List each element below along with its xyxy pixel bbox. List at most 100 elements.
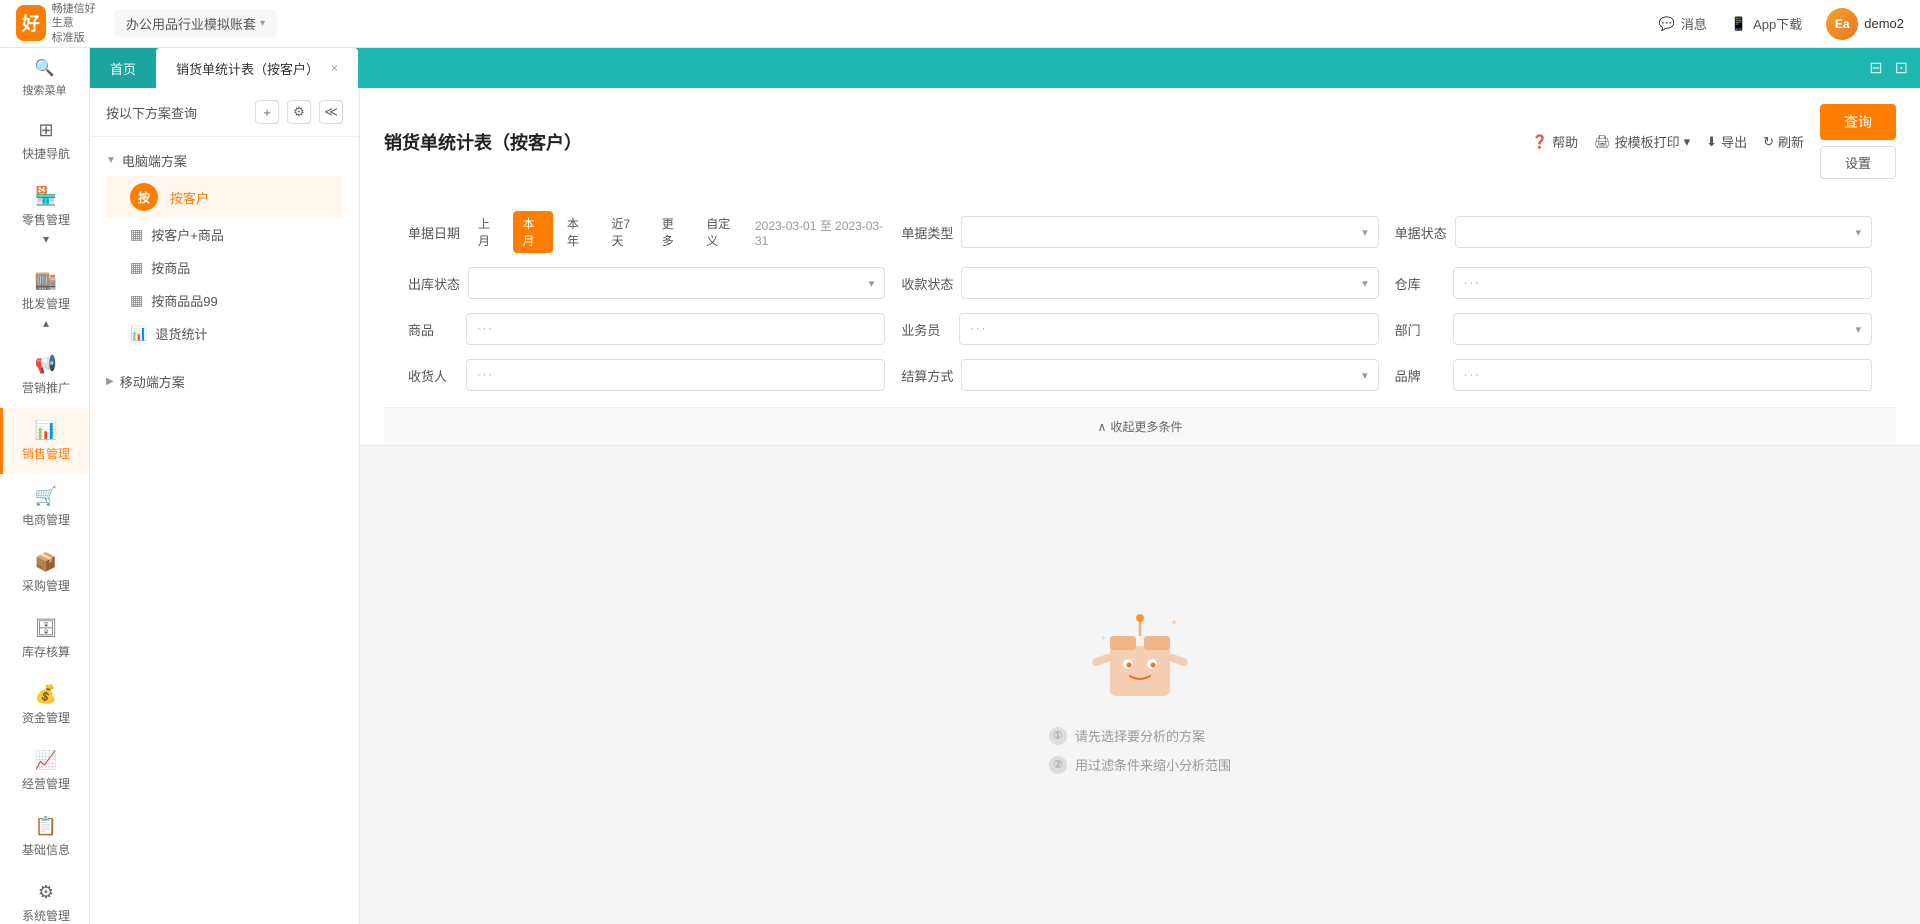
sidebar-item-inventory[interactable]: 🗄 库存核算: [0, 606, 89, 672]
sidebar-item-basic[interactable]: 📋 基础信息: [0, 804, 89, 870]
receipt-status-control[interactable]: ▾: [961, 267, 1378, 299]
refresh-icon: ↻: [1763, 134, 1774, 150]
expand-icon: ▼: [106, 155, 116, 166]
settlement-control[interactable]: ▾: [961, 359, 1378, 391]
filter-warehouse: 仓库 ···: [1395, 267, 1872, 299]
app-download-button[interactable]: 📱 App下载: [1731, 14, 1802, 33]
filter-row-2: 出库状态 ▾ 收款状态: [408, 267, 1872, 299]
filter-row-3: 商品 ··· 业务员 ···: [408, 313, 1872, 345]
export-button[interactable]: ⬇ 导出: [1706, 132, 1747, 151]
sidebar-item-wholesale[interactable]: 🏬 批发管理 ▴: [0, 258, 89, 342]
mobile-group-header[interactable]: ▶ 移动端方案: [106, 366, 343, 397]
recipient-control[interactable]: ···: [466, 359, 885, 391]
tab-active[interactable]: 销货单统计表（按客户） ×: [156, 48, 358, 88]
collapse-bar[interactable]: ∧ 收起更多条件: [384, 407, 1896, 445]
scheme-item-by-product99[interactable]: ▦ 按商品品99: [106, 284, 343, 317]
filter-recipient: 收货人 ···: [408, 359, 885, 391]
template-print-button[interactable]: 🖨 按模板打印 ▾: [1594, 132, 1690, 151]
scheme-item-return-stats[interactable]: 📊 退货统计: [106, 317, 343, 350]
refresh-button[interactable]: ↻ 刷新: [1763, 132, 1804, 151]
date-tab-thismonth[interactable]: 本月: [513, 211, 554, 253]
date-tab-thisyear[interactable]: 本年: [557, 211, 598, 253]
chevron-icon: ▾: [43, 232, 49, 246]
date-tab-custom[interactable]: 自定义: [696, 211, 747, 253]
page-content: 按以下方案查询 + ⚙ ≪ ▼ 电脑端方案: [90, 88, 1920, 924]
sidebar-item-system[interactable]: ⚙ 系统管理: [0, 870, 89, 924]
panel-header: 按以下方案查询 + ⚙ ≪: [90, 88, 359, 137]
staff-control[interactable]: ···: [959, 313, 1378, 345]
inventory-icon: 🗄: [35, 618, 58, 639]
sidebar-item-purchase[interactable]: 📦 采购管理: [0, 540, 89, 606]
chevron-down-icon: ▾: [1362, 226, 1368, 239]
basic-icon: 📋: [35, 816, 57, 837]
maximize-icon[interactable]: ⊡: [1895, 58, 1908, 78]
doc-status-control[interactable]: ▾: [1455, 216, 1872, 248]
filter-staff: 业务员 ···: [901, 313, 1378, 345]
minimize-icon[interactable]: ⊟: [1869, 58, 1882, 78]
filter-doc-status: 单据状态 ▾: [1395, 216, 1872, 248]
filter-section: 单据日期 上月 本月 本年 近7天 更多 自定义: [384, 195, 1896, 407]
print-icon: 🖨: [1594, 134, 1611, 150]
industry-selector[interactable]: 办公用品行业模拟账套 ▾: [114, 10, 277, 37]
page-header: 销货单统计表（按客户） ❓ 帮助 🖨 按模板打印 ▾: [360, 88, 1920, 446]
marketing-icon: 📢: [35, 354, 57, 375]
logo-icon: 好: [16, 5, 46, 41]
date-tab-7days[interactable]: 近7天: [602, 211, 648, 253]
content-area: 首页 销货单统计表（按客户） × ⊟ ⊡ 按以下方案查询: [90, 48, 1920, 924]
scheme-icon: ▦: [130, 259, 143, 276]
settings-scheme-button[interactable]: ⚙: [287, 100, 311, 124]
search-icon: 🔍: [35, 58, 55, 78]
date-tab-more[interactable]: 更多: [652, 211, 693, 253]
filter-out-status: 出库状态 ▾: [408, 267, 885, 299]
query-button[interactable]: 查询: [1820, 104, 1896, 140]
main-layout: 🔍 搜索菜单 ⊞ 快捷导航 🏪 零售管理 ▾ 🏬 批发管理 ▴ 📢 营销推广: [0, 48, 1920, 924]
sidebar-item-retail[interactable]: 🏪 零售管理 ▾: [0, 174, 89, 258]
top-header: 好 畅捷信好生意 标准版 办公用品行业模拟账套 ▾ 💬 消息 📱 App下载 E…: [0, 0, 1920, 48]
out-status-control[interactable]: ▾: [468, 267, 885, 299]
sidebar-item-quicknav[interactable]: ⊞ 快捷导航: [0, 108, 89, 174]
filter-settlement: 结算方式 ▾: [901, 359, 1378, 391]
warehouse-control[interactable]: ···: [1453, 267, 1872, 299]
purchase-icon: 📦: [35, 552, 57, 573]
scheme-item-by-customer[interactable]: 按 按客户: [106, 176, 343, 218]
empty-hints: ① 请先选择要分析的方案 ② 用过滤条件来缩小分析范围: [1049, 726, 1231, 774]
settings-button[interactable]: 设置: [1820, 146, 1896, 179]
desktop-group-header[interactable]: ▼ 电脑端方案: [106, 145, 343, 176]
filter-row-1: 单据日期 上月 本月 本年 近7天 更多 自定义: [408, 211, 1872, 253]
chevron-down-icon: ▾: [1855, 226, 1861, 239]
scheme-mobile-group: ▶ 移动端方案: [90, 358, 359, 405]
scheme-item-by-customer-product[interactable]: ▦ 按客户+商品: [106, 218, 343, 251]
message-button[interactable]: 💬 消息: [1659, 14, 1707, 33]
date-tab-lastmonth[interactable]: 上月: [468, 211, 509, 253]
sidebar-item-operation[interactable]: 📈 经营管理: [0, 738, 89, 804]
filter-brand: 品牌 ···: [1395, 359, 1872, 391]
product-control[interactable]: ···: [466, 313, 885, 345]
help-button[interactable]: ❓ 帮助: [1532, 132, 1578, 151]
sales-icon: 📊: [35, 420, 57, 441]
add-scheme-button[interactable]: +: [255, 100, 279, 124]
download-icon: 📱: [1731, 16, 1747, 32]
page-actions: ❓ 帮助 🖨 按模板打印 ▾ ⬇ 导出: [1532, 104, 1896, 179]
user-area[interactable]: Ea demo2: [1826, 8, 1904, 40]
sidebar-item-finance[interactable]: 💰 资金管理: [0, 672, 89, 738]
brand-control[interactable]: ···: [1453, 359, 1872, 391]
page-title: 销货单统计表（按客户）: [384, 129, 582, 155]
chevron-down-icon: ▾: [260, 18, 265, 29]
scheme-item-by-product[interactable]: ▦ 按商品: [106, 251, 343, 284]
tab-close-icon[interactable]: ×: [331, 61, 338, 75]
sidebar-item-marketing[interactable]: 📢 营销推广: [0, 342, 89, 408]
dept-control[interactable]: ▾: [1453, 313, 1872, 345]
collapse-scheme-button[interactable]: ≪: [319, 100, 343, 124]
doc-type-control[interactable]: ▾: [961, 216, 1378, 248]
sidebar-item-search[interactable]: 🔍 搜索菜单: [0, 48, 89, 108]
left-panel: 按以下方案查询 + ⚙ ≪ ▼ 电脑端方案: [90, 88, 360, 924]
system-icon: ⚙: [38, 882, 54, 903]
chevron-down-icon: ▾: [1684, 134, 1691, 150]
expand-icon: ▶: [106, 376, 114, 387]
sidebar-item-ecommerce[interactable]: 🛒 电商管理: [0, 474, 89, 540]
finance-icon: 💰: [35, 684, 57, 705]
message-icon: 💬: [1659, 16, 1675, 32]
tab-home[interactable]: 首页: [90, 48, 156, 88]
page-header-top: 销货单统计表（按客户） ❓ 帮助 🖨 按模板打印 ▾: [384, 104, 1896, 179]
sidebar-item-sales[interactable]: 📊 销售管理: [0, 408, 89, 474]
